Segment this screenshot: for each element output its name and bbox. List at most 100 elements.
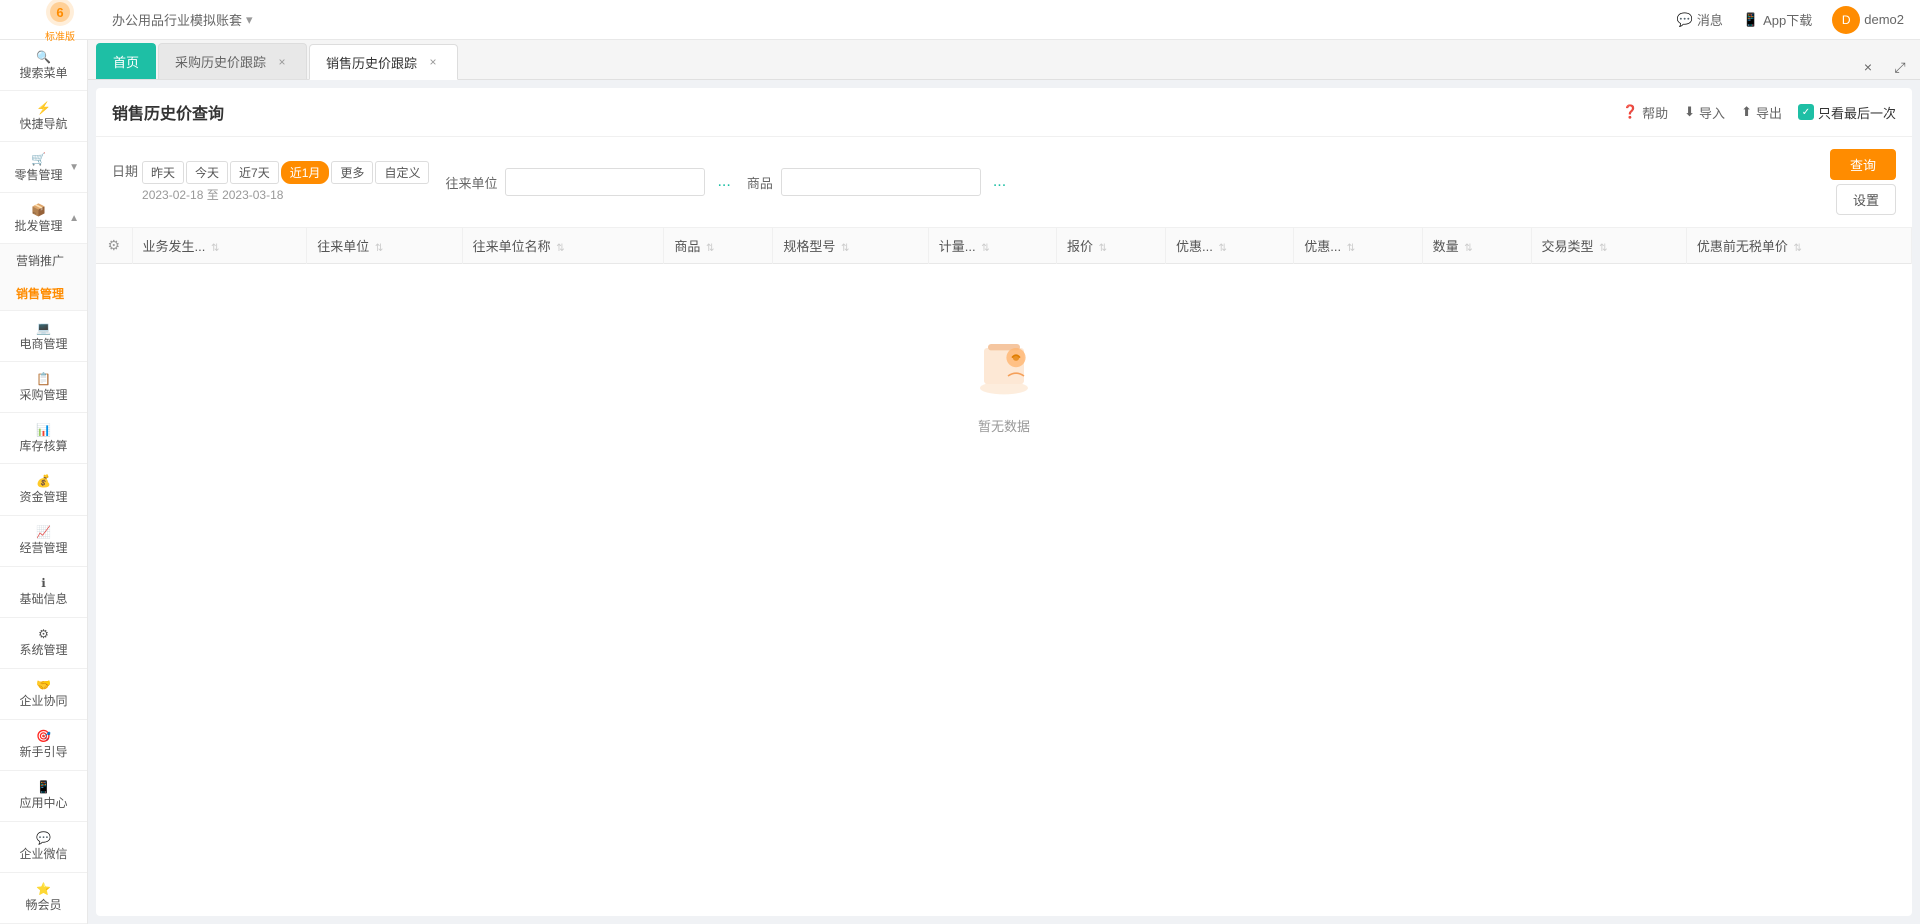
sidebar-item-retail[interactable]: 🛒 零售管理 ▼ [0, 142, 87, 193]
system-icon: ⚙ [38, 627, 49, 641]
message-button[interactable]: 💬 消息 [1677, 10, 1723, 29]
sidebar-item-system[interactable]: ⚙ 系统管理 [0, 618, 87, 669]
table-container[interactable]: ⚙ 业务发生... ⇅ 往来单位 ⇅ [96, 228, 1912, 916]
retail-expand-icon: ▼ [69, 162, 79, 173]
sidebar: 🔍 搜索菜单 ⚡ 快捷导航 🛒 零售管理 ▼ 📦 批发管理 ▲ 营销推广 销售管… [0, 40, 88, 924]
product-input[interactable] [781, 168, 981, 196]
sidebar-label-quicknav: 快捷导航 [19, 115, 67, 132]
tab-purchase-history[interactable]: 采购历史价跟踪 × [158, 43, 307, 79]
th-product[interactable]: 商品 ⇅ [664, 228, 773, 264]
import-icon: ⬇ [1684, 104, 1695, 120]
breadcrumb-area: 办公用品行业模拟账套 ▾ [104, 10, 1677, 29]
app-icon: 📱 [1743, 12, 1759, 28]
tab-purchase-close[interactable]: × [274, 54, 290, 70]
page-content: 销售历史价查询 ❓ 帮助 ⬇ 导入 ⬆ 导出 [88, 80, 1920, 924]
date-btn-yesterday[interactable]: 昨天 [142, 161, 184, 184]
lightning-icon: ⚡ [36, 101, 51, 115]
user-menu-button[interactable]: D demo2 [1832, 6, 1904, 34]
counterpart-dots[interactable]: ... [717, 173, 730, 191]
date-btn-last7days[interactable]: 近7天 [230, 161, 279, 184]
settings-button[interactable]: 设置 [1836, 184, 1896, 215]
sidebar-item-search-menu[interactable]: 🔍 搜索菜单 [0, 40, 87, 91]
only-last-checkbox-label[interactable]: ✓ 只看最后一次 [1798, 103, 1896, 122]
content-area: 首页 采购历史价跟踪 × 销售历史价跟踪 × × ⤢ 销售历史价查询 [88, 40, 1920, 924]
sidebar-label-inventory: 库存核算 [19, 437, 67, 454]
th-counterpart-name[interactable]: 往来单位名称 ⇅ [462, 228, 664, 264]
logo-area: 6 标准版 [16, 0, 104, 43]
th-discount1[interactable]: 优惠... ⇅ [1165, 228, 1293, 264]
tab-home[interactable]: 首页 [96, 43, 156, 79]
th-pretax-price[interactable]: 优惠前无税单价 ⇅ [1686, 228, 1911, 264]
only-last-checkbox[interactable]: ✓ [1798, 104, 1814, 120]
product-dots[interactable]: ... [993, 173, 1006, 191]
tab-fullscreen-button[interactable]: ⤢ [1888, 55, 1912, 79]
tab-sales-label: 销售历史价跟踪 [326, 53, 417, 72]
message-label: 消息 [1697, 10, 1723, 29]
export-button[interactable]: ⬆ 导出 [1741, 103, 1782, 122]
th-trade-type-label: 交易类型 [1542, 239, 1594, 254]
sidebar-item-ecommerce[interactable]: 💻 电商管理 [0, 311, 87, 362]
message-icon: 💬 [1677, 12, 1693, 28]
top-header: 6 标准版 办公用品行业模拟账套 ▾ 💬 消息 📱 App下载 D demo2 [0, 0, 1920, 40]
basic-info-icon: ℹ [41, 576, 46, 590]
sidebar-item-quick-nav[interactable]: ⚡ 快捷导航 [0, 91, 87, 142]
tab-bar: 首页 采购历史价跟踪 × 销售历史价跟踪 × × ⤢ [88, 40, 1920, 80]
breadcrumb-text: 办公用品行业模拟账套 [112, 10, 242, 29]
th-counterpart-id[interactable]: 往来单位 ⇅ [307, 228, 462, 264]
sidebar-item-enterprise-wechat[interactable]: 💬 企业微信 [0, 822, 87, 873]
th-price[interactable]: 报价 ⇅ [1057, 228, 1166, 264]
sidebar-item-finance[interactable]: 💰 资金管理 [0, 464, 87, 515]
th-quantity[interactable]: 数量 ⇅ [1422, 228, 1531, 264]
sidebar-item-wholesale[interactable]: 📦 批发管理 ▲ [0, 193, 87, 244]
th-unit[interactable]: 计量... ⇅ [928, 228, 1056, 264]
sidebar-item-operations[interactable]: 📈 经营管理 [0, 516, 87, 567]
sidebar-item-new-guide[interactable]: 🎯 新手引导 [0, 720, 87, 771]
sidebar-item-inventory[interactable]: 📊 库存核算 [0, 413, 87, 464]
th-spec[interactable]: 规格型号 ⇅ [773, 228, 928, 264]
th-pretax-price-label: 优惠前无税单价 [1697, 239, 1788, 254]
page-inner: 销售历史价查询 ❓ 帮助 ⬇ 导入 ⬆ 导出 [96, 88, 1912, 916]
counterpart-input[interactable] [505, 168, 705, 196]
date-btn-custom[interactable]: 自定义 [375, 161, 429, 184]
help-button[interactable]: ❓ 帮助 [1622, 103, 1668, 122]
sidebar-submenu-marketing[interactable]: 营销推广 [0, 244, 87, 277]
sidebar-item-app-center[interactable]: 📱 应用中心 [0, 771, 87, 822]
th-quantity-label: 数量 [1433, 239, 1459, 254]
sidebar-label-search: 搜索菜单 [19, 64, 67, 81]
sidebar-label-purchase: 采购管理 [19, 386, 67, 403]
th-price-label: 报价 [1067, 239, 1093, 254]
finance-icon: 💰 [36, 474, 51, 488]
sidebar-item-basic-info[interactable]: ℹ 基础信息 [0, 567, 87, 618]
date-btn-last1month[interactable]: 近1月 [281, 161, 330, 184]
sidebar-label-retail: 零售管理 [15, 166, 63, 183]
tab-close-all-button[interactable]: × [1856, 55, 1880, 79]
table-settings-icon[interactable]: ⚙ [107, 237, 120, 253]
counterpart-label: 往来单位 [445, 173, 497, 192]
th-biz-date[interactable]: 业务发生... ⇅ [132, 228, 307, 264]
th-biz-date-label: 业务发生... [143, 239, 206, 254]
th-discount1-sort: ⇅ [1218, 243, 1226, 254]
sidebar-item-purchase[interactable]: 📋 采购管理 [0, 362, 87, 413]
app-download-button[interactable]: 📱 App下载 [1743, 10, 1812, 29]
th-spec-label: 规格型号 [783, 239, 835, 254]
tab-sales-close[interactable]: × [425, 54, 441, 70]
sidebar-label-enterprise: 企业协同 [19, 692, 67, 709]
sidebar-label-new-guide: 新手引导 [19, 743, 67, 760]
date-btn-more[interactable]: 更多 [331, 161, 373, 184]
date-btn-today[interactable]: 今天 [186, 161, 228, 184]
filter-area: 日期 昨天 今天 近7天 近1月 更多 自定义 2023-02-18 至 202… [96, 137, 1912, 228]
sidebar-label-vip: 畅会员 [25, 896, 61, 913]
th-trade-type[interactable]: 交易类型 ⇅ [1531, 228, 1686, 264]
sidebar-item-vip-member[interactable]: ⭐ 畅会员 [0, 873, 87, 924]
enterprise-wechat-icon: 💬 [36, 831, 51, 845]
vip-icon: ⭐ [36, 882, 51, 896]
app-center-icon: 📱 [36, 780, 51, 794]
import-button[interactable]: ⬇ 导入 [1684, 103, 1725, 122]
sidebar-item-enterprise[interactable]: 🤝 企业协同 [0, 669, 87, 720]
sidebar-submenu-sales-mgmt[interactable]: 销售管理 [0, 277, 87, 310]
tab-sales-history[interactable]: 销售历史价跟踪 × [309, 44, 458, 80]
query-button[interactable]: 查询 [1830, 149, 1896, 180]
th-discount2[interactable]: 优惠... ⇅ [1294, 228, 1422, 264]
th-settings[interactable]: ⚙ [96, 228, 132, 264]
empty-text: 暂无数据 [978, 416, 1030, 435]
